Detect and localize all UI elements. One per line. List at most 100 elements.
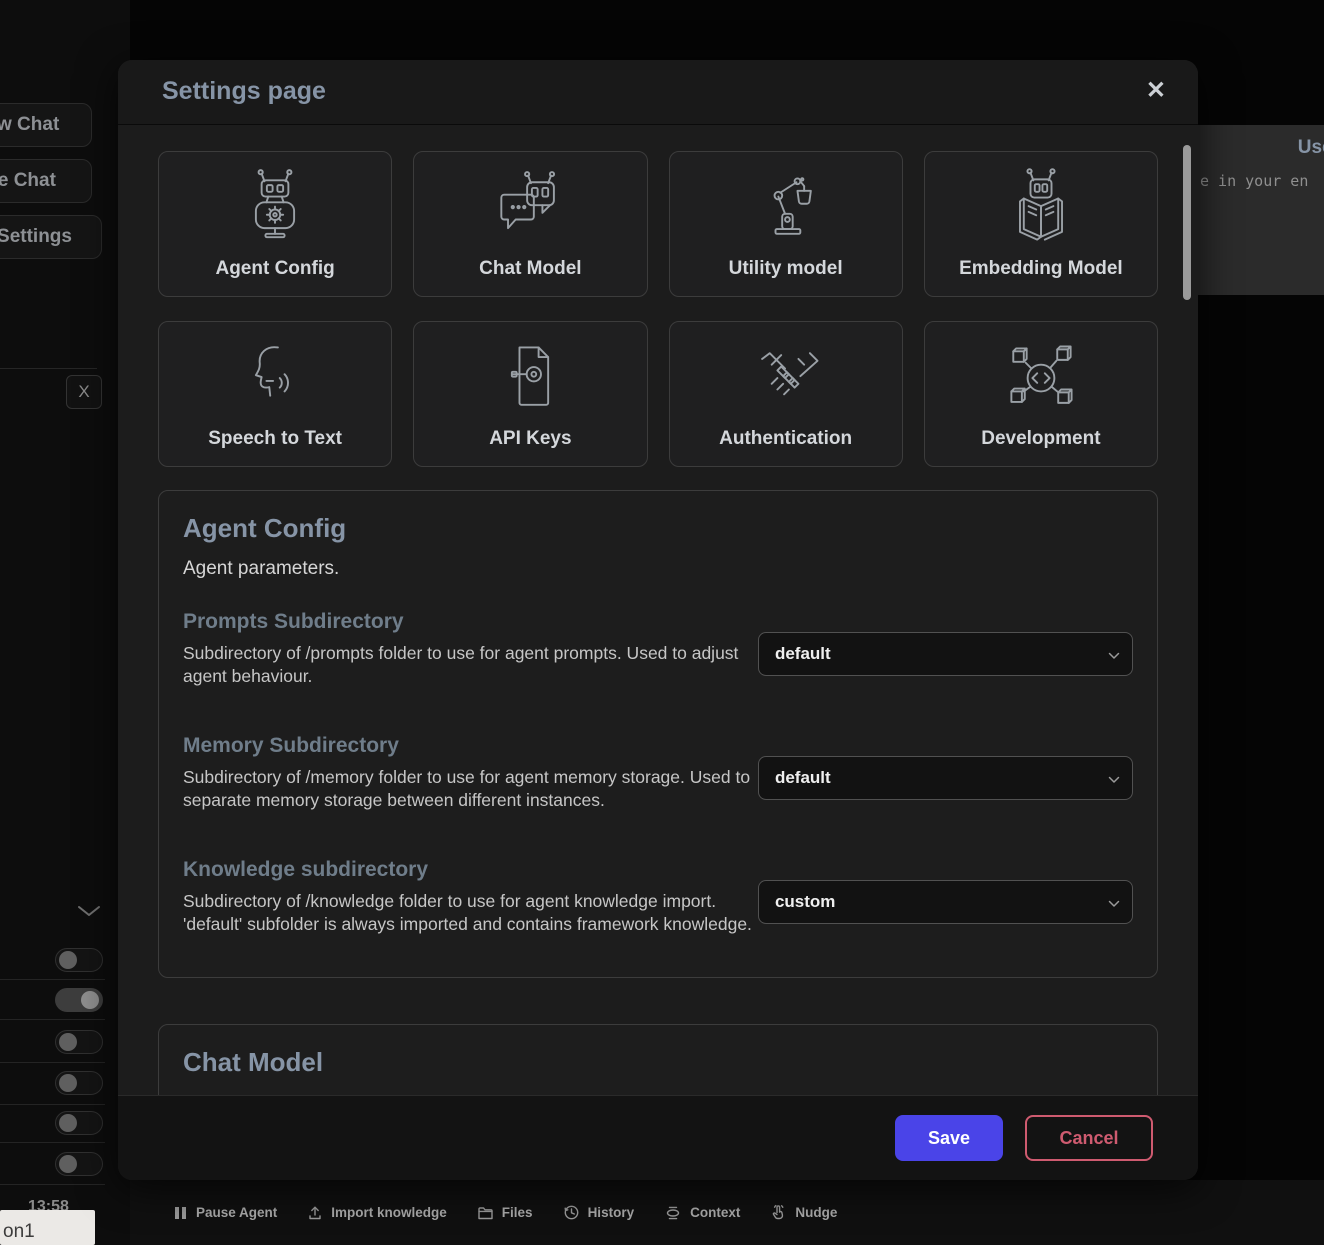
prompts-subdirectory-select[interactable]: default bbox=[757, 632, 1133, 676]
card-authentication[interactable]: Authentication bbox=[668, 321, 903, 467]
toggle-divider bbox=[0, 1104, 105, 1105]
field-description: Subdirectory of /memory folder to use fo… bbox=[183, 767, 751, 811]
toolbar-label: Files bbox=[501, 1205, 533, 1220]
card-development[interactable]: Development bbox=[923, 321, 1158, 467]
toolbar-label: Nudge bbox=[795, 1205, 838, 1220]
pointing-hand-icon bbox=[773, 1204, 784, 1220]
sidebar-toggle-5[interactable] bbox=[55, 1111, 103, 1135]
card-embedding-model[interactable]: Embedding Model bbox=[923, 151, 1158, 297]
chat-robot-icon bbox=[500, 171, 556, 230]
nudge-button[interactable]: Nudge bbox=[770, 1204, 837, 1221]
sidebar-close-button[interactable]: X bbox=[66, 375, 102, 409]
sidebar-divider bbox=[0, 368, 97, 369]
status-badge: on1 bbox=[0, 1210, 95, 1245]
toolbar-label: Pause Agent bbox=[196, 1205, 278, 1220]
field-title: Memory Subdirectory bbox=[183, 734, 399, 758]
chevron-down-icon[interactable] bbox=[76, 903, 102, 919]
card-agent-config[interactable]: Agent Config bbox=[158, 151, 393, 297]
sidebar-toggle-3[interactable] bbox=[55, 1030, 103, 1054]
toggle-divider bbox=[0, 1184, 105, 1185]
toggle-knob bbox=[59, 1155, 77, 1173]
field-knowledge-subdirectory: Knowledge subdirectory Subdirectory of /… bbox=[183, 858, 1133, 936]
toggle-divider bbox=[0, 1019, 105, 1020]
toggle-divider bbox=[0, 1142, 105, 1143]
save-button[interactable]: Save bbox=[895, 1115, 1003, 1161]
card-chat-model[interactable]: Chat Model bbox=[413, 151, 648, 297]
section-title: Agent Config bbox=[183, 513, 347, 543]
new-chat-button[interactable]: New Chat bbox=[0, 103, 92, 147]
chevron-down-icon bbox=[1108, 652, 1120, 659]
save-chat-button[interactable]: Save Chat bbox=[0, 159, 92, 203]
field-title: Knowledge subdirectory bbox=[183, 858, 429, 882]
user-message-title: User bbox=[1297, 137, 1324, 158]
pause-agent-button[interactable]: Pause Agent bbox=[173, 1205, 277, 1221]
card-label: Development bbox=[981, 428, 1101, 449]
user-message-bubble: User e in your en bbox=[1196, 125, 1324, 295]
document-key-icon bbox=[511, 346, 550, 406]
card-api-keys[interactable]: API Keys bbox=[413, 321, 648, 467]
toggle-divider bbox=[0, 979, 105, 980]
folder-icon bbox=[478, 1206, 493, 1219]
sidebar-toggle-6[interactable] bbox=[55, 1152, 103, 1176]
field-description: Subdirectory of /prompts folder to use f… bbox=[183, 643, 739, 687]
section-subtitle: Agent parameters. bbox=[183, 558, 340, 579]
toggle-knob bbox=[59, 1114, 77, 1132]
card-label: Agent Config bbox=[215, 258, 335, 279]
select-value: default bbox=[774, 644, 831, 663]
upload-icon bbox=[309, 1206, 321, 1219]
settings-label: Settings bbox=[0, 226, 72, 247]
history-clock-icon bbox=[564, 1205, 578, 1220]
history-button[interactable]: History bbox=[563, 1204, 634, 1221]
card-label: Authentication bbox=[719, 428, 853, 449]
modal-title: Settings page bbox=[162, 77, 326, 105]
robot-gear-icon bbox=[255, 169, 296, 239]
cancel-button[interactable]: Cancel bbox=[1025, 1115, 1153, 1161]
knowledge-subdirectory-select[interactable]: custom bbox=[757, 880, 1133, 925]
sidebar-toggle-2[interactable] bbox=[55, 988, 103, 1012]
card-label: Chat Model bbox=[479, 258, 582, 279]
toggle-knob bbox=[59, 951, 77, 969]
select-value: default bbox=[774, 768, 831, 788]
memory-subdirectory-select[interactable]: default bbox=[757, 756, 1133, 801]
card-speech-to-text[interactable]: Speech to Text bbox=[158, 321, 393, 467]
field-prompts-subdirectory: Prompts Subdirectory Subdirectory of /pr… bbox=[183, 610, 1133, 688]
modal-header: Settings page ✕ bbox=[118, 60, 1198, 125]
settings-button[interactable]: Settings bbox=[0, 215, 102, 259]
app-root: New Chat Save Chat Settings X bbox=[0, 0, 1324, 1245]
modal-body: Agent Config Chat Model Utility model Em… bbox=[118, 126, 1198, 1095]
toggle-knob bbox=[81, 991, 99, 1009]
field-description: Subdirectory of /knowledge folder to use… bbox=[183, 891, 752, 935]
import-knowledge-button[interactable]: Import knowledge bbox=[307, 1205, 447, 1221]
settings-modal: Settings page ✕ Agent Config Chat Model … bbox=[118, 60, 1198, 1180]
toolbar-label: Context bbox=[690, 1205, 741, 1220]
files-button[interactable]: Files bbox=[477, 1205, 533, 1221]
close-icon[interactable]: ✕ bbox=[1146, 76, 1166, 105]
status-badge-text: on1 bbox=[3, 1221, 35, 1242]
card-utility-model[interactable]: Utility model bbox=[668, 151, 903, 297]
toggle-knob bbox=[59, 1033, 77, 1051]
toggle-divider bbox=[0, 1062, 105, 1063]
card-label: Embedding Model bbox=[959, 258, 1123, 279]
sidebar-toggle-1[interactable] bbox=[55, 948, 103, 972]
card-label: Speech to Text bbox=[208, 428, 342, 449]
robot-arm-icon bbox=[773, 177, 812, 235]
toggle-knob bbox=[59, 1074, 77, 1092]
sidebar: New Chat Save Chat Settings X bbox=[0, 0, 130, 1245]
toolbar-label: Import knowledge bbox=[331, 1205, 447, 1220]
handshake-icon bbox=[760, 352, 819, 396]
context-button[interactable]: Context bbox=[664, 1205, 740, 1221]
field-memory-subdirectory: Memory Subdirectory Subdirectory of /mem… bbox=[183, 734, 1133, 812]
sidebar-toggle-4[interactable] bbox=[55, 1071, 103, 1095]
card-label: API Keys bbox=[489, 428, 572, 449]
field-title: Prompts Subdirectory bbox=[183, 610, 404, 633]
chat-model-section: Chat Model bbox=[158, 1023, 1158, 1095]
modal-scrollbar-thumb[interactable] bbox=[1183, 145, 1191, 300]
speaking-face-icon bbox=[255, 346, 290, 397]
section-title: Chat Model bbox=[183, 1046, 324, 1077]
modal-footer: Save Cancel bbox=[118, 1095, 1198, 1180]
chevron-down-icon bbox=[1108, 901, 1120, 908]
save-chat-label: Save Chat bbox=[0, 170, 56, 191]
new-chat-label: New Chat bbox=[0, 114, 60, 135]
select-value: custom bbox=[774, 892, 836, 912]
bottom-toolbar: Pause Agent Import knowledge Files Histo… bbox=[130, 1180, 1324, 1245]
